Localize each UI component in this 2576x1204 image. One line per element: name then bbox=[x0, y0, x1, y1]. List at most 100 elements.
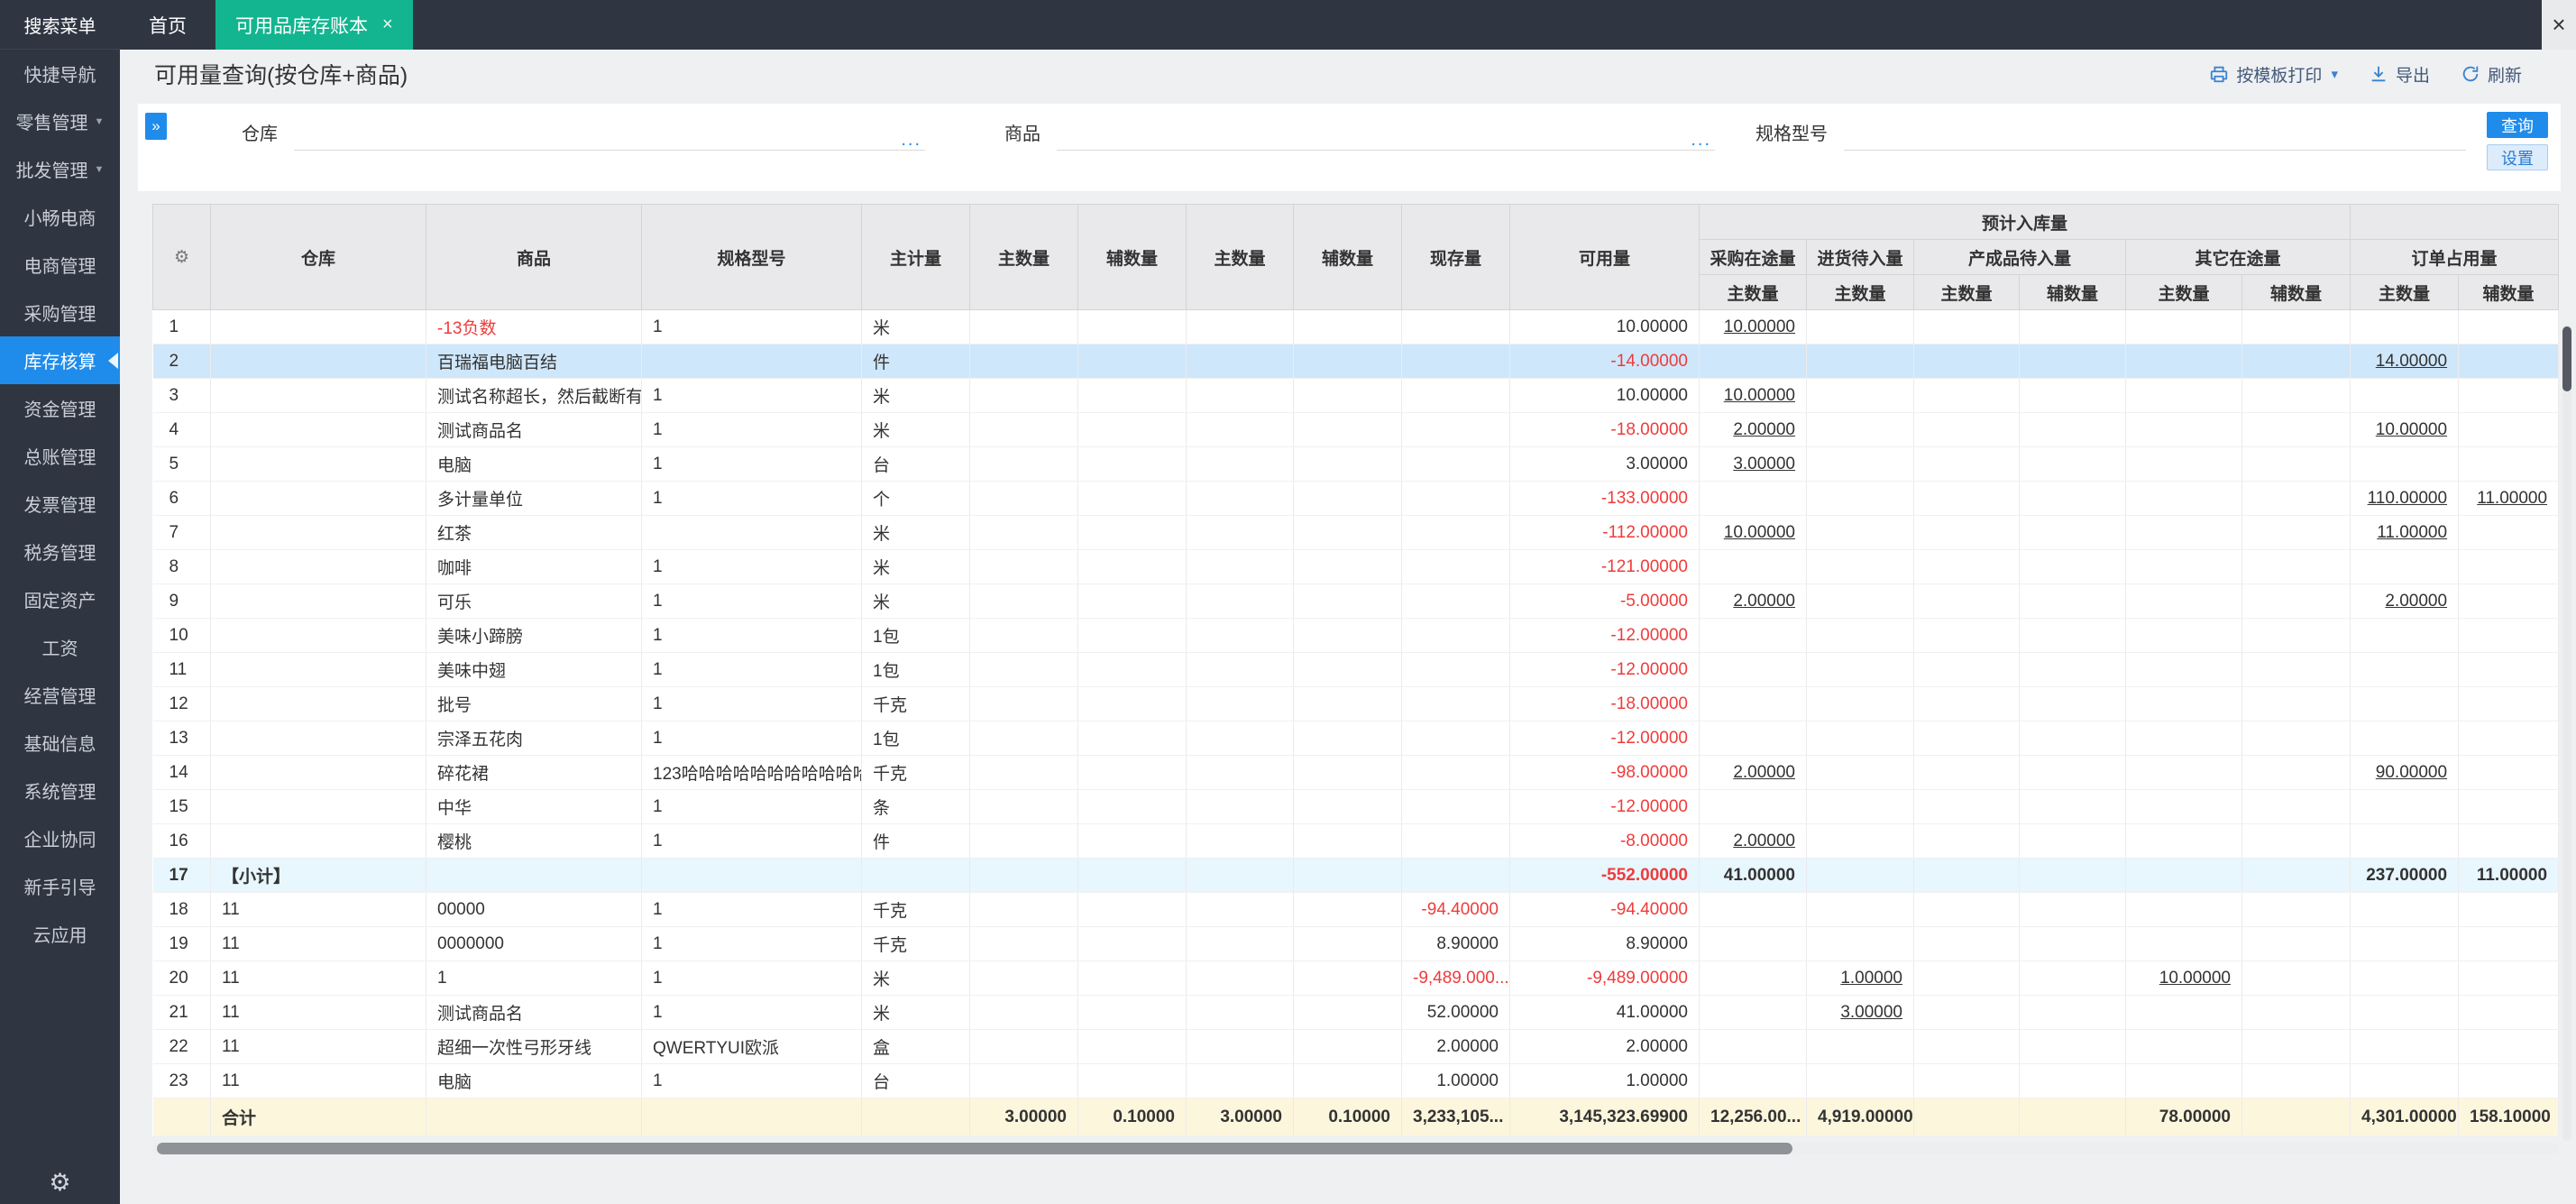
sidebar-item[interactable]: 基础信息 bbox=[0, 719, 120, 767]
col-header-main-qty-2[interactable]: 主数量 bbox=[1186, 204, 1294, 310]
col-header-order-occupied[interactable]: 订单占用量 bbox=[2350, 239, 2560, 275]
sidebar-item[interactable]: 系统管理 bbox=[0, 767, 120, 814]
table-row[interactable]: 12 批号 1 千克 -18.00000 bbox=[152, 686, 2560, 721]
tab-available-stock-ledger[interactable]: 可用品库存账本 × bbox=[215, 0, 413, 50]
cell[interactable]: 10.00000 bbox=[1699, 378, 1807, 413]
cell[interactable]: 3.00000 bbox=[1699, 446, 1807, 482]
cell[interactable]: 2.00000 bbox=[1699, 823, 1807, 859]
drilldown-link[interactable]: 10.00000 bbox=[2159, 969, 2231, 988]
sidebar-item[interactable]: 快捷导航 bbox=[0, 50, 120, 97]
cell[interactable]: 10.00000 bbox=[1699, 515, 1807, 550]
sidebar-item[interactable]: 新手引导 bbox=[0, 862, 120, 910]
cell[interactable]: 2.00000 bbox=[1699, 584, 1807, 619]
table-row[interactable]: 8 咖啡 1 米 -121.00000 bbox=[152, 549, 2560, 584]
cell[interactable]: 10.00000 bbox=[1699, 309, 1807, 345]
sub-header[interactable]: 辅数量 bbox=[2019, 274, 2126, 310]
sidebar-item[interactable]: 小畅电商 bbox=[0, 193, 120, 241]
drilldown-link[interactable]: 90.00000 bbox=[2376, 763, 2447, 782]
table-row[interactable]: 2 百瑞福电脑百结 件 -14.00000 14.00000 bbox=[152, 344, 2560, 379]
drilldown-link[interactable]: 2.00000 bbox=[1733, 832, 1795, 850]
warehouse-picker-dots-icon[interactable]: ... bbox=[901, 131, 921, 149]
tab-home[interactable]: 首页 bbox=[120, 0, 215, 50]
col-header-current-stock[interactable]: 现存量 bbox=[1401, 204, 1510, 310]
table-row[interactable]: 14 碎花裙 123哈哈哈哈哈哈哈哈哈哈哈... 千克 -98.00000 2.00000… bbox=[152, 755, 2560, 790]
cell[interactable]: 14.00000 bbox=[2350, 344, 2460, 379]
table-row[interactable]: 18 11 00000 1 千克 -94.40000 -94.40000 bbox=[152, 892, 2560, 927]
table-row[interactable]: 1 -13负数 1 米 10.00000 10.00000 bbox=[152, 309, 2560, 345]
drilldown-link[interactable]: 10.00000 bbox=[2376, 420, 2447, 439]
table-row[interactable]: 16 樱桃 1 件 -8.00000 2.00000 bbox=[152, 823, 2560, 859]
query-button[interactable]: 查询 bbox=[2487, 112, 2548, 138]
horizontal-scrollbar[interactable] bbox=[152, 1143, 2558, 1154]
col-header-warehouse[interactable]: 仓库 bbox=[210, 204, 426, 310]
sub-header[interactable]: 主数量 bbox=[1913, 274, 2020, 310]
drilldown-link[interactable]: 110.00000 bbox=[2368, 489, 2447, 508]
drilldown-link[interactable]: 10.00000 bbox=[1724, 386, 1795, 405]
col-header-finished-pending[interactable]: 产成品待入量 bbox=[1913, 239, 2126, 275]
sidebar-item[interactable]: 零售管理 ▼ bbox=[0, 97, 120, 145]
drilldown-link[interactable]: 10.00000 bbox=[1724, 523, 1795, 542]
sidebar-item[interactable]: 资金管理 bbox=[0, 384, 120, 432]
drilldown-link[interactable]: 14.00000 bbox=[2376, 352, 2447, 371]
product-picker-dots-icon[interactable]: ... bbox=[1691, 131, 1711, 149]
spec-input[interactable] bbox=[1844, 118, 2466, 151]
col-header-incoming-pending[interactable]: 进货待入量 bbox=[1806, 239, 1914, 275]
sidebar-item[interactable]: 云应用 bbox=[0, 910, 120, 958]
cell[interactable]: 1.00000 bbox=[1806, 960, 1914, 996]
col-header-aux-qty-2[interactable]: 辅数量 bbox=[1293, 204, 1402, 310]
table-row[interactable]: 11 美味中翅 1 1包 -12.00000 bbox=[152, 652, 2560, 687]
col-header-spec[interactable]: 规格型号 bbox=[641, 204, 862, 310]
print-by-template-button[interactable]: 按模板打印 ▾ bbox=[2209, 62, 2338, 87]
drilldown-link[interactable]: 10.00000 bbox=[1724, 317, 1795, 336]
table-row[interactable]: 10 美味小蹄膀 1 1包 -12.00000 bbox=[152, 618, 2560, 653]
tab-close-icon[interactable]: × bbox=[382, 14, 393, 35]
sidebar-search-menu[interactable]: 搜索菜单 bbox=[0, 0, 120, 50]
cell[interactable]: 10.00000 bbox=[2125, 960, 2242, 996]
sidebar-item[interactable]: 发票管理 bbox=[0, 480, 120, 528]
col-header-unit[interactable]: 主计量 bbox=[861, 204, 970, 310]
drilldown-link[interactable]: 2.00000 bbox=[1733, 763, 1795, 782]
total-row[interactable]: 合计 3.00000 0.10000 3.00000 0.10000 3,233,105.… bbox=[152, 1098, 2560, 1136]
drilldown-link[interactable]: 11.00000 bbox=[2377, 523, 2447, 542]
sidebar-item[interactable]: 批发管理 ▼ bbox=[0, 145, 120, 193]
cell[interactable]: 2.00000 bbox=[1699, 755, 1807, 790]
sub-header[interactable]: 主数量 bbox=[1699, 274, 1807, 310]
table-row[interactable]: 6 多计量单位 1 个 -133.00000 110.00000 11.00000 bbox=[152, 481, 2560, 516]
settings-button[interactable]: 设置 bbox=[2487, 144, 2548, 170]
cell[interactable]: 10.00000 bbox=[2350, 412, 2460, 447]
cell[interactable]: 2.00000 bbox=[2350, 584, 2460, 619]
subtotal-row[interactable]: 17 【小计】 -552.00000 41.00000 237.00000 11.0000… bbox=[152, 858, 2560, 893]
col-header-available[interactable]: 可用量 bbox=[1509, 204, 1700, 310]
sidebar-item[interactable]: 固定资产 bbox=[0, 575, 120, 623]
table-row[interactable]: 7 红茶 米 -112.00000 10.00000 11.00000 bbox=[152, 515, 2560, 550]
expand-panel-button[interactable]: » bbox=[145, 113, 167, 140]
sidebar-item[interactable]: 采购管理 bbox=[0, 289, 120, 336]
vertical-scrollbar[interactable] bbox=[2562, 325, 2571, 1141]
cell[interactable]: 2.00000 bbox=[1699, 412, 1807, 447]
product-input[interactable]: ... bbox=[1057, 118, 1715, 151]
table-row[interactable]: 19 11 0000000 1 千克 8.90000 8.90000 bbox=[152, 926, 2560, 961]
sidebar-item[interactable]: 总账管理 bbox=[0, 432, 120, 480]
col-header-other-transit[interactable]: 其它在途量 bbox=[2124, 239, 2351, 275]
refresh-button[interactable]: 刷新 bbox=[2461, 62, 2522, 87]
drilldown-link[interactable]: 1.00000 bbox=[1840, 969, 1902, 988]
grid-settings-icon[interactable]: ⚙ bbox=[152, 204, 211, 310]
drilldown-link[interactable]: 2.00000 bbox=[2385, 592, 2447, 611]
table-row[interactable]: 21 11 测试商品名 1 米 52.00000 41.00000 3.00000 bbox=[152, 995, 2560, 1030]
table-row[interactable]: 3 测试名称超长，然后截断有没...1米 10.00000 10.00000 bbox=[152, 378, 2560, 413]
sub-header[interactable]: 辅数量 bbox=[2241, 274, 2351, 310]
cell[interactable]: 11.00000 bbox=[2458, 481, 2560, 516]
col-header-purchase-transit[interactable]: 采购在途量 bbox=[1699, 239, 1807, 275]
table-row[interactable]: 23 11 电脑 1 台 1.00000 1.00000 bbox=[152, 1063, 2560, 1098]
sub-header[interactable]: 主数量 bbox=[2350, 274, 2460, 310]
drilldown-link[interactable]: 3.00000 bbox=[1840, 1003, 1902, 1022]
drilldown-link[interactable]: 2.00000 bbox=[1733, 592, 1795, 611]
table-row[interactable]: 20 11 1 1 米 -9,489.000... -9,489.00000 1.00000 1… bbox=[152, 960, 2560, 996]
drilldown-link[interactable]: 11.00000 bbox=[2477, 489, 2547, 508]
sidebar-item[interactable]: 经营管理 bbox=[0, 671, 120, 719]
horizontal-scrollbar-thumb[interactable] bbox=[157, 1143, 1793, 1154]
col-header-main-qty[interactable]: 主数量 bbox=[969, 204, 1078, 310]
drilldown-link[interactable]: 2.00000 bbox=[1733, 420, 1795, 439]
export-button[interactable]: 导出 bbox=[2369, 62, 2430, 87]
sidebar-item[interactable]: 电商管理 bbox=[0, 241, 120, 289]
